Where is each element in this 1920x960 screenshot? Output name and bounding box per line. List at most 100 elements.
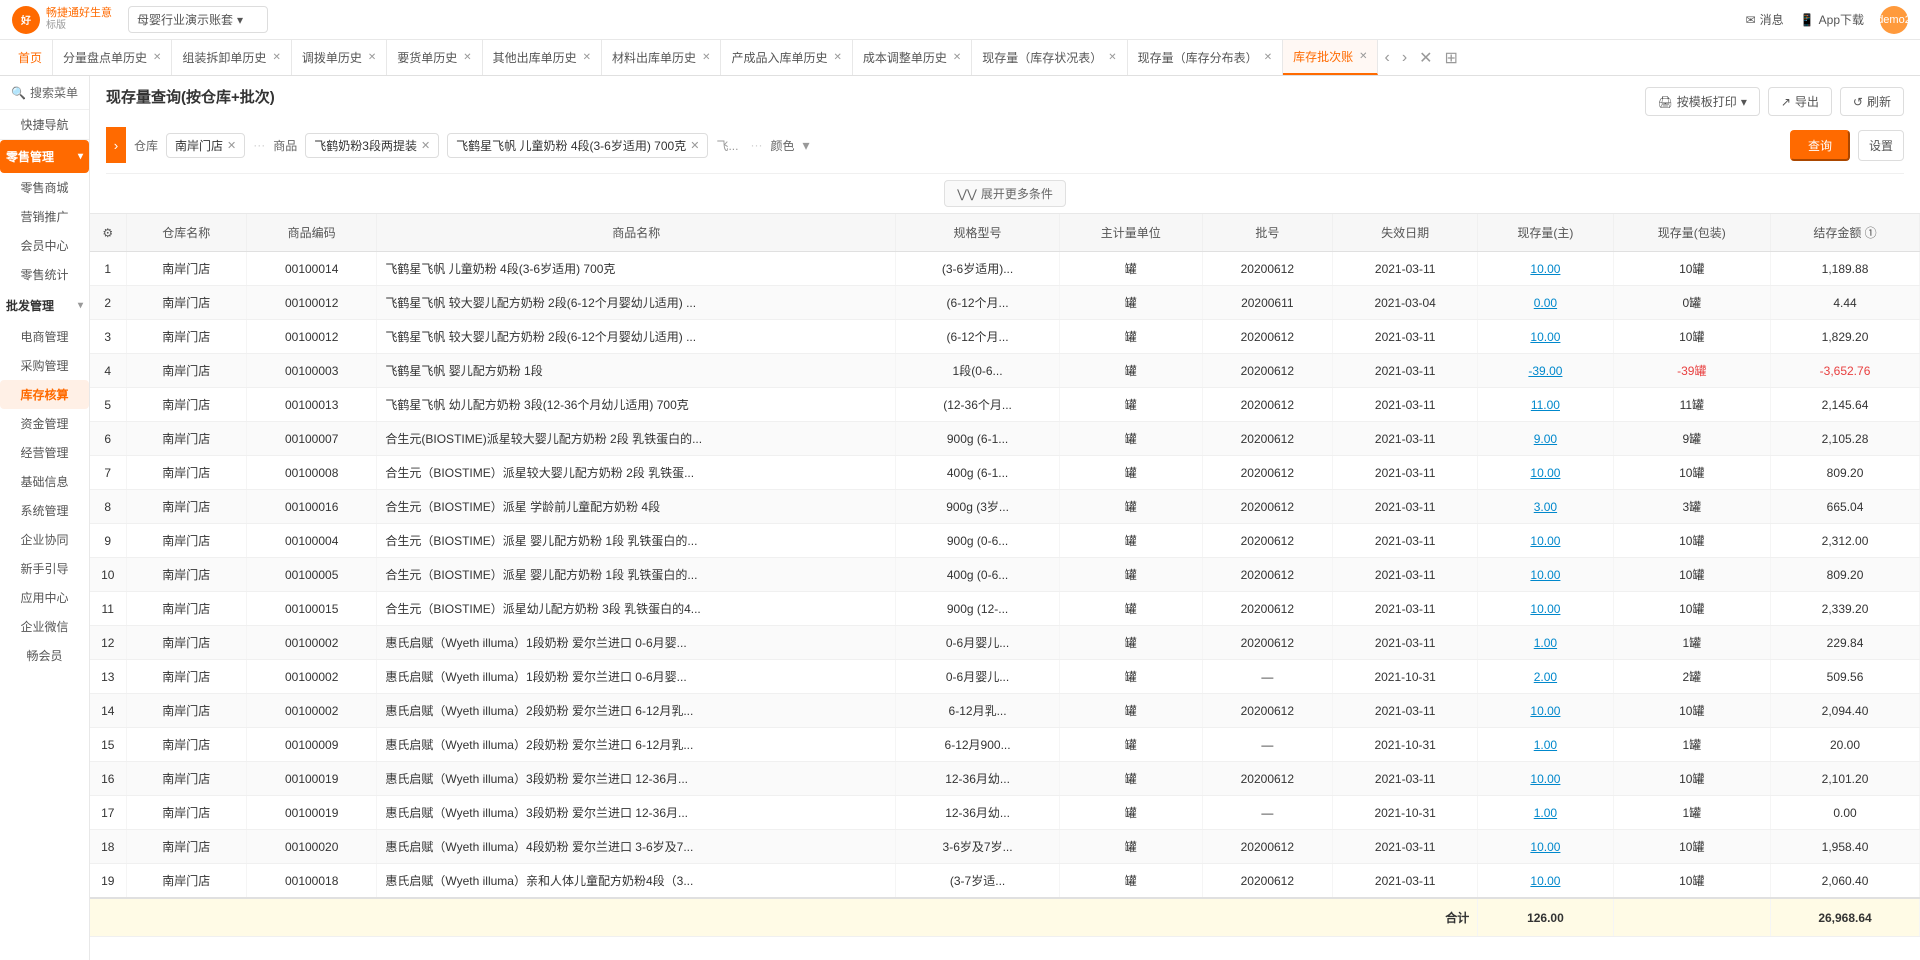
sidebar-item-vip[interactable]: 畅会员 (0, 641, 89, 670)
tab-1[interactable]: 分量盘点单历史 ✕ (53, 40, 172, 75)
org-selector[interactable]: 母婴行业演示账套 ▾ (128, 6, 268, 33)
color-filter-arrow[interactable]: ▾ (802, 137, 809, 154)
sidebar-item-wholesale[interactable]: 批发管理 ▾ (0, 289, 89, 322)
sidebar-item-enterprise[interactable]: 企业协同 (0, 525, 89, 554)
sidebar-item-inventory[interactable]: 库存核算 (0, 380, 89, 409)
remove-goods-1-icon[interactable]: ✕ (421, 139, 430, 152)
settings-button[interactable]: 设置 (1858, 130, 1904, 161)
cell-stock-main[interactable]: 10.00 (1478, 592, 1613, 626)
close-icon[interactable]: ✕ (1359, 51, 1367, 62)
query-button[interactable]: 查询 (1790, 130, 1850, 161)
refresh-btn[interactable]: ↺ 刷新 (1840, 87, 1904, 116)
sidebar-item-marketing[interactable]: 营销推广 (0, 202, 89, 231)
cell-stock-pkg: 10罐 (1613, 524, 1771, 558)
cell-stock-main[interactable]: 11.00 (1478, 388, 1613, 422)
close-icon[interactable]: ✕ (272, 52, 280, 63)
settings-icon[interactable]: ⚙ (102, 226, 113, 240)
sidebar-item-retail-shop[interactable]: 零售商城 (0, 173, 89, 202)
remove-goods-2-icon[interactable]: ✕ (690, 139, 699, 152)
sidebar-item-purchase[interactable]: 采购管理 (0, 351, 89, 380)
cell-stock-main[interactable]: -39.00 (1478, 354, 1613, 388)
sidebar-item-retail-mgmt[interactable]: 零售管理 ▾ (0, 140, 89, 173)
cell-no: 5 (90, 388, 126, 422)
cell-spec: (6-12个月... (896, 320, 1060, 354)
cell-stock-main[interactable]: 10.00 (1478, 694, 1613, 728)
cell-code: 00100009 (246, 728, 376, 762)
sidebar-item-wechat[interactable]: 企业微信 (0, 612, 89, 641)
cell-stock-main[interactable]: 10.00 (1478, 762, 1613, 796)
cell-stock-main[interactable]: 10.00 (1478, 830, 1613, 864)
th-settings[interactable]: ⚙ (90, 214, 126, 252)
tab-8[interactable]: 成本调整单历史 ✕ (853, 40, 972, 75)
cell-stock-main[interactable]: 10.00 (1478, 524, 1613, 558)
cell-no: 14 (90, 694, 126, 728)
export-btn[interactable]: ↗ 导出 (1768, 87, 1832, 116)
cell-name: 惠氏启赋（Wyeth illuma）3段奶粉 爱尔兰进口 12-36月... (377, 762, 896, 796)
close-icon[interactable]: ✕ (953, 52, 961, 63)
goods-filter-more[interactable]: 飞... (716, 137, 738, 154)
cell-stock-main[interactable]: 1.00 (1478, 626, 1613, 660)
tab-4[interactable]: 要货单历史 ✕ (387, 40, 482, 75)
avatar[interactable]: demo2 (1880, 6, 1908, 34)
cell-stock-main[interactable]: 10.00 (1478, 456, 1613, 490)
cell-name: 飞鹤星飞帆 儿童奶粉 4段(3-6岁适用) 700克 (377, 252, 896, 286)
cell-stock-main[interactable]: 0.00 (1478, 286, 1613, 320)
sidebar-search[interactable]: 🔍 搜索菜单 (0, 76, 89, 110)
goods-filter-tag-2[interactable]: 飞鹤星飞帆 儿童奶粉 4段(3-6岁适用) 700克 ✕ (447, 133, 708, 158)
cell-stock-main[interactable]: 10.00 (1478, 864, 1613, 899)
close-icon[interactable]: ✕ (583, 52, 591, 63)
chevron-icon: ▾ (78, 300, 83, 311)
sidebar-item-finance[interactable]: 资金管理 (0, 409, 89, 438)
print-btn[interactable]: 🖨 按模板打印 ▾ (1645, 87, 1760, 116)
cell-unit: 罐 (1059, 286, 1202, 320)
cell-stock-main[interactable]: 10.00 (1478, 320, 1613, 354)
cell-spec: 12-36月幼... (896, 796, 1060, 830)
cell-stock-main[interactable]: 9.00 (1478, 422, 1613, 456)
close-icon[interactable]: ✕ (833, 52, 841, 63)
tab-nav-prev[interactable]: ‹ (1378, 49, 1395, 67)
cell-no: 16 (90, 762, 126, 796)
close-icon[interactable]: ✕ (1264, 52, 1272, 63)
sidebar-item-basic-info[interactable]: 基础信息 (0, 467, 89, 496)
sidebar-item-guide[interactable]: 新手引导 (0, 554, 89, 583)
tab-2[interactable]: 组装拆卸单历史 ✕ (172, 40, 291, 75)
cell-stock-main[interactable]: 10.00 (1478, 558, 1613, 592)
tab-9[interactable]: 现存量（库存状况表） ✕ (972, 40, 1127, 75)
tab-6[interactable]: 材料出库单历史 ✕ (602, 40, 721, 75)
tab-7[interactable]: 产成品入库单历史 ✕ (721, 40, 852, 75)
sidebar-item-ecommerce[interactable]: 电商管理 (0, 322, 89, 351)
tab-expand[interactable]: ⊞ (1439, 48, 1464, 68)
tab-home[interactable]: 首页 (8, 40, 53, 75)
sidebar-item-system[interactable]: 系统管理 (0, 496, 89, 525)
tab-close-all[interactable]: ✕ (1413, 48, 1438, 68)
tab-11-active[interactable]: 库存批次账 ✕ (1283, 40, 1378, 75)
close-icon[interactable]: ✕ (463, 52, 471, 63)
filter-expand-btn[interactable]: › (106, 127, 126, 163)
close-icon[interactable]: ✕ (153, 52, 161, 63)
tab-5[interactable]: 其他出库单历史 ✕ (483, 40, 602, 75)
tab-3[interactable]: 调拨单历史 ✕ (292, 40, 387, 75)
expand-more-btn[interactable]: ⋁⋁ 展开更多条件 (944, 180, 1066, 207)
cell-code: 00100008 (246, 456, 376, 490)
remove-warehouse-icon[interactable]: ✕ (227, 139, 236, 152)
sidebar-item-retail-stats[interactable]: 零售统计 (0, 260, 89, 289)
cell-stock-main[interactable]: 2.00 (1478, 660, 1613, 694)
goods-filter-tag-1[interactable]: 飞鹤奶粉3段两提装 ✕ (305, 133, 439, 158)
sidebar-item-member[interactable]: 会员中心 (0, 231, 89, 260)
message-btn[interactable]: ✉ 消息 (1746, 11, 1784, 28)
cell-stock-main[interactable]: 1.00 (1478, 728, 1613, 762)
tab-10[interactable]: 现存量（库存分布表） ✕ (1128, 40, 1283, 75)
close-icon[interactable]: ✕ (368, 52, 376, 63)
close-icon[interactable]: ✕ (702, 52, 710, 63)
close-icon[interactable]: ✕ (1108, 52, 1116, 63)
cell-stock-main[interactable]: 3.00 (1478, 490, 1613, 524)
cell-stock-main[interactable]: 10.00 (1478, 252, 1613, 286)
app-download-btn[interactable]: 📱 App下载 (1800, 11, 1864, 28)
sidebar-item-operations[interactable]: 经营管理 (0, 438, 89, 467)
sidebar-item-app-center[interactable]: 应用中心 (0, 583, 89, 612)
warehouse-filter-tag[interactable]: 南岸门店 ✕ (166, 133, 245, 158)
cell-expire: 2021-03-11 (1333, 558, 1478, 592)
sidebar-quick-nav[interactable]: 快捷导航 (0, 110, 89, 139)
tab-nav-next[interactable]: › (1396, 49, 1413, 67)
cell-stock-main[interactable]: 1.00 (1478, 796, 1613, 830)
